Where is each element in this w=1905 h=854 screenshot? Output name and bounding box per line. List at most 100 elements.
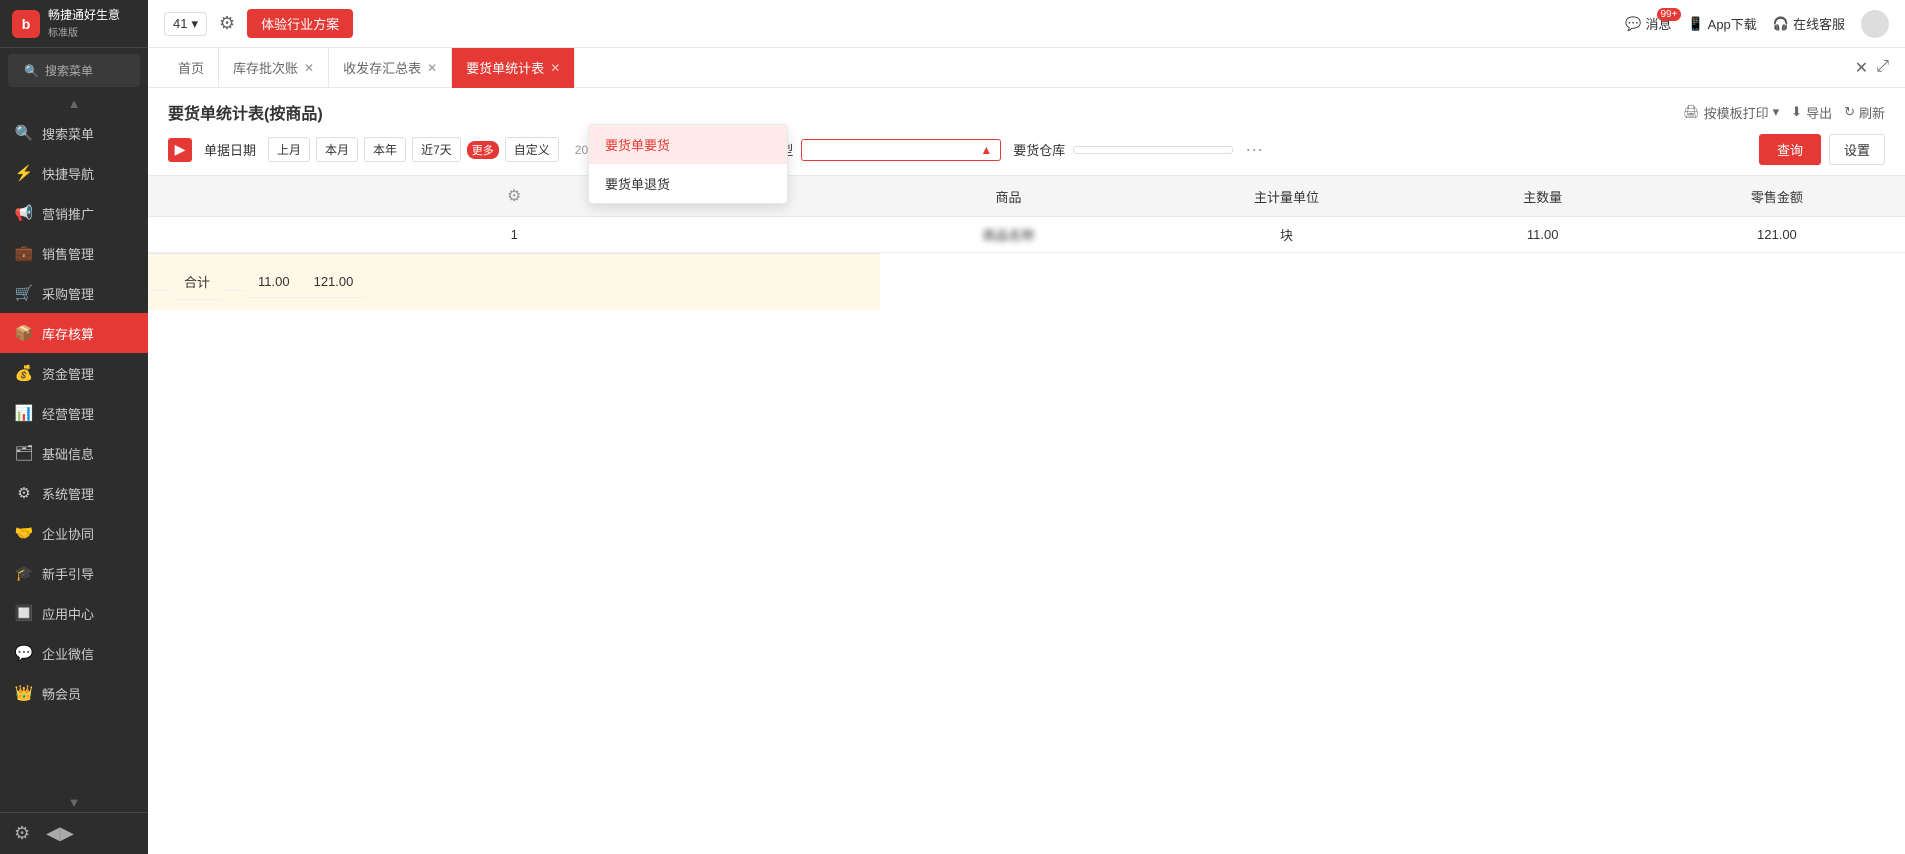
basicinfo-icon: 🗂	[14, 443, 34, 463]
date-more-badge[interactable]: 更多	[467, 141, 499, 159]
type-select-arrow: ▲	[980, 143, 992, 157]
topbar-settings-icon[interactable]: ⚙	[219, 13, 235, 34]
sidebar-item-basicinfo[interactable]: 🗂基础信息	[0, 433, 148, 473]
tab-close-icon[interactable]: ✕	[304, 61, 314, 75]
collapse-icon[interactable]: ◀▶	[46, 823, 74, 844]
sidebar-item-operations[interactable]: 📊经营管理	[0, 393, 148, 433]
topbar-left: 41 ▾ ⚙ 体验行业方案	[164, 9, 353, 38]
date-custom[interactable]: 自定义	[505, 137, 559, 162]
product-name: 商品名称	[982, 228, 1034, 243]
print-button[interactable]: 🖨 按模板打印 ▾	[1683, 103, 1779, 122]
message-badge: 99+	[1657, 8, 1682, 21]
dropdown-item-return[interactable]: 要货单退货	[589, 164, 787, 203]
data-table: ⚙ 商品 主计量单位 主数量 零售金额 1 商品名称	[148, 176, 1905, 310]
date-this-year[interactable]: 本年	[364, 137, 406, 162]
page-actions: 🖨 按模板打印 ▾ ⬇ 导出 ↻ 刷新	[1683, 103, 1885, 122]
warehouse-select[interactable]	[1073, 146, 1233, 154]
sidebar-item-search[interactable]: 🔍搜索菜单	[0, 113, 148, 153]
expand-icon[interactable]: ⤢	[1876, 58, 1889, 78]
table-area: ⚙ 商品 主计量单位 主数量 零售金额 1 商品名称	[148, 176, 1905, 854]
message-icon: 💬	[1625, 16, 1641, 32]
sidebar-item-system[interactable]: ⚙ 系统管理	[0, 473, 148, 513]
date-label: 单据日期	[204, 140, 256, 159]
online-service-button[interactable]: 🎧 在线客服	[1773, 14, 1845, 33]
tab-label: 库存批次账	[233, 58, 298, 77]
sidebar-item-purchase[interactable]: 🛒 采购管理	[0, 273, 148, 313]
sidebar-item-label: 采购管理	[42, 284, 94, 303]
main-content: 41 ▾ ⚙ 体验行业方案 💬 消息 99+ 📱 App下载 🎧 在线客服	[148, 0, 1905, 854]
sidebar-item-label: 库存核算	[42, 324, 94, 343]
trial-button[interactable]: 体验行业方案	[247, 9, 353, 38]
tab-close-icon[interactable]: ✕	[427, 61, 437, 75]
settings-icon[interactable]: ⚙	[14, 823, 30, 844]
quicknav-icon: ⚡	[14, 163, 34, 183]
sidebar-item-quicknav[interactable]: ⚡ 快捷导航	[0, 153, 148, 193]
tab-order_stats[interactable]: 要货单统计表 ✕	[452, 48, 575, 88]
sidebar-nav: 🔍搜索菜单 ⚡ 快捷导航 📢营销推广💼销售管理 🛒 采购管理 📦 库存核算 💰资金管理📊经营管理…	[0, 113, 148, 792]
tab-home[interactable]: 首页	[164, 48, 219, 88]
marketing-icon: 📢	[14, 203, 34, 223]
type-select[interactable]: ▲	[801, 139, 1001, 161]
sidebar-scroll-down[interactable]: ▼	[0, 792, 148, 812]
chevron-down-icon: ▾	[191, 16, 198, 32]
sidebar-item-inventory[interactable]: 📦 库存核算	[0, 313, 148, 353]
company-number: 41	[173, 16, 187, 31]
appcenter-icon: 🔲	[14, 603, 34, 623]
sidebar-item-label: 资金管理	[42, 364, 94, 383]
sidebar-scroll-up[interactable]: ▲	[0, 93, 148, 113]
cell-product: 商品名称	[880, 217, 1136, 253]
sidebar-search[interactable]: 🔍 搜索菜单	[8, 54, 140, 87]
cell-amount: 121.00	[1649, 217, 1905, 253]
cell-unit: 块	[1137, 217, 1437, 253]
message-button[interactable]: 💬 消息 99+	[1625, 14, 1671, 33]
sidebar-item-label: 企业协同	[42, 524, 94, 543]
tabs-actions: ✕ ⤢	[1855, 58, 1889, 78]
close-all-icon[interactable]: ✕	[1855, 58, 1868, 78]
sidebar-item-sales[interactable]: 💼销售管理	[0, 233, 148, 273]
tab-label: 首页	[178, 58, 204, 77]
search-icon: 🔍	[14, 123, 34, 143]
sidebar-item-finance[interactable]: 💰资金管理	[0, 353, 148, 393]
settings-button[interactable]: 设置	[1829, 134, 1885, 165]
col-amount: 零售金额	[1649, 176, 1905, 217]
tab-label: 要货单统计表	[466, 58, 544, 77]
sidebar-item-appcenter[interactable]: 🔲应用中心	[0, 593, 148, 633]
tab-batch[interactable]: 库存批次账 ✕	[219, 48, 329, 88]
purchase-icon: 🛒	[14, 283, 34, 303]
date-options: 上月 本月 本年 近7天 更多 自定义	[268, 137, 559, 162]
tab-close-icon[interactable]: ✕	[550, 61, 560, 75]
sidebar-item-wechat[interactable]: 💬企业微信	[0, 633, 148, 673]
query-button[interactable]: 查询	[1759, 134, 1821, 165]
sidebar-item-marketing[interactable]: 📢营销推广	[0, 193, 148, 233]
filter-expand-button[interactable]: ▶	[168, 138, 192, 162]
date-prev-month[interactable]: 上月	[268, 137, 310, 162]
system-icon: ⚙	[14, 483, 34, 503]
logo-text: 畅捷通好生意 标准版	[48, 8, 120, 39]
tab-summary[interactable]: 收发存汇总表 ✕	[329, 48, 452, 88]
sidebar-item-guide[interactable]: 🎓新手引导	[0, 553, 148, 593]
export-button[interactable]: ⬇ 导出	[1791, 103, 1832, 122]
table-header-row: ⚙ 商品 主计量单位 主数量 零售金额	[148, 176, 1905, 217]
dropdown-item-order[interactable]: 要货单要货	[589, 125, 787, 164]
phone-icon: 📱	[1687, 16, 1703, 32]
headset-icon: 🎧	[1773, 16, 1789, 32]
date-last-7days[interactable]: 近7天	[412, 137, 461, 162]
company-selector[interactable]: 41 ▾	[164, 12, 207, 36]
footer-empty-1	[148, 274, 172, 291]
sidebar-item-label: 系统管理	[42, 484, 94, 503]
app-download-button[interactable]: 📱 App下载	[1687, 14, 1756, 33]
filter-more-icon[interactable]: ···	[1245, 139, 1263, 160]
inventory-icon: 📦	[14, 323, 34, 343]
footer-empty-2	[222, 274, 246, 291]
refresh-button[interactable]: ↻ 刷新	[1844, 103, 1885, 122]
table-row: 1 商品名称 块 11.00 121.00	[148, 217, 1905, 253]
sidebar-item-label: 销售管理	[42, 244, 94, 263]
sidebar-item-cooperation[interactable]: 🤝企业协同	[0, 513, 148, 553]
sidebar-item-member[interactable]: 👑畅会员	[0, 673, 148, 713]
table-wrap: ⚙ 商品 主计量单位 主数量 零售金额 1 商品名称	[148, 176, 1905, 310]
sidebar-item-label: 快捷导航	[42, 164, 94, 183]
date-this-month[interactable]: 本月	[316, 137, 358, 162]
tab-label: 收发存汇总表	[343, 58, 421, 77]
user-avatar[interactable]	[1861, 10, 1889, 38]
type-dropdown: 要货单要货 要货单退货	[588, 124, 788, 204]
